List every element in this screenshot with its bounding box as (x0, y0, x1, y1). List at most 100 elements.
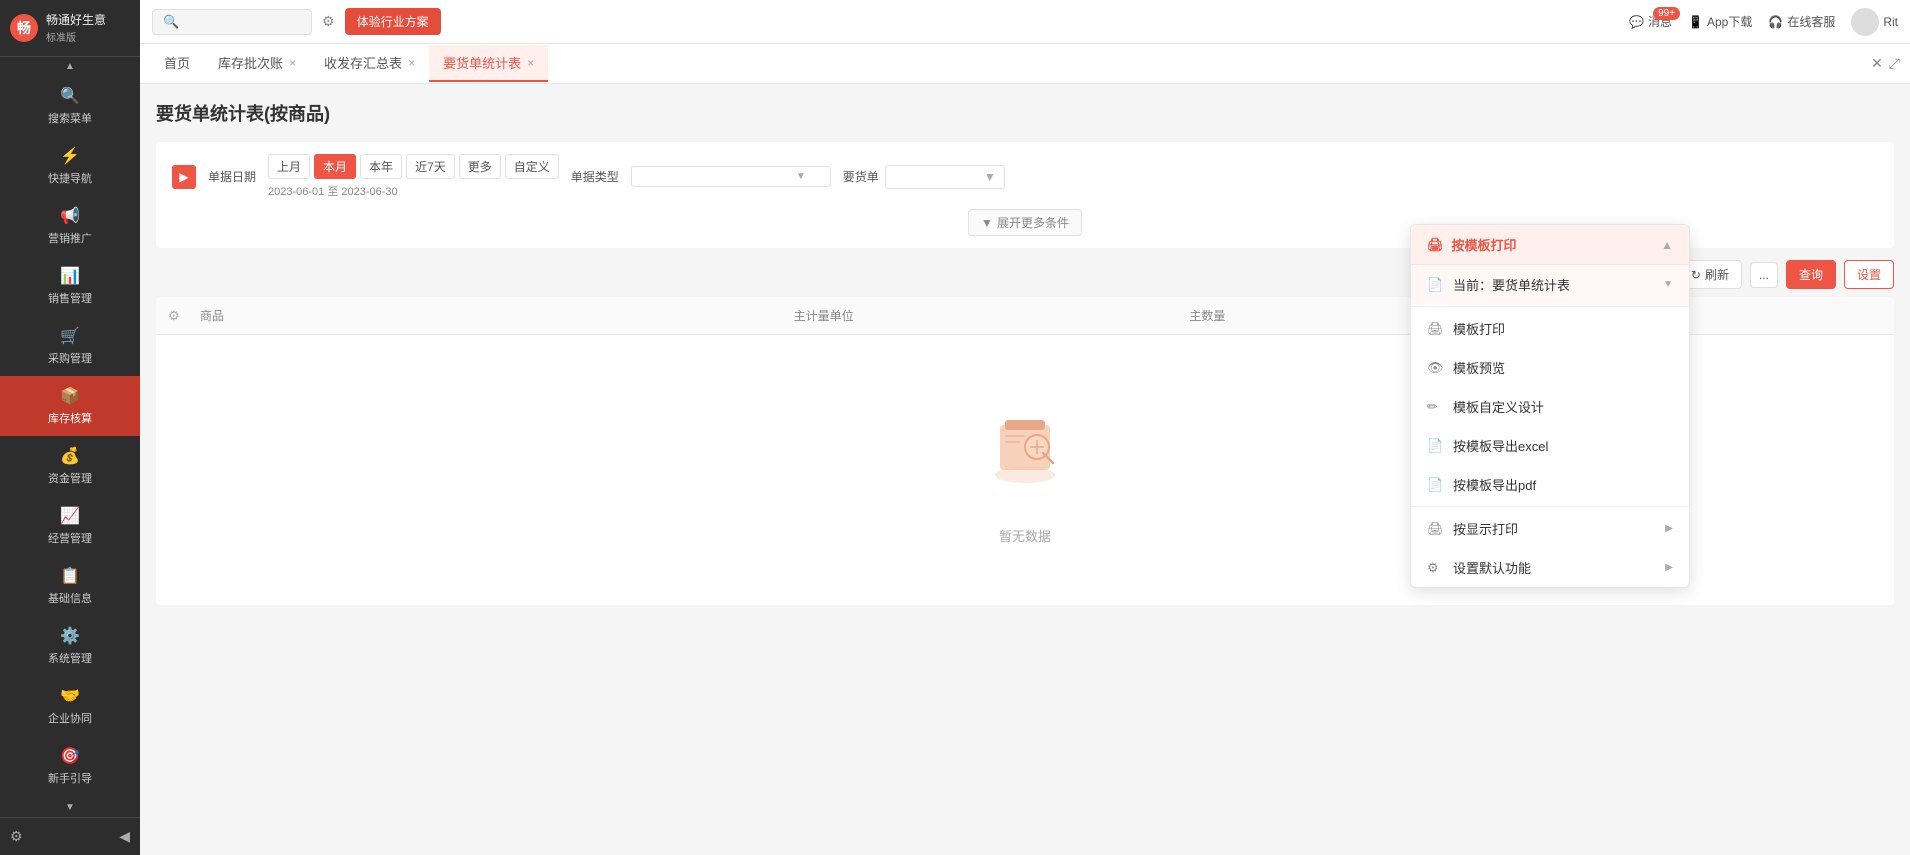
date-label: 单据日期 (208, 168, 256, 185)
sidebar-item-inventory[interactable]: 📦 库存核算 (0, 376, 140, 436)
dropdown-item-template-design[interactable]: ✏ 模板自定义设计 (1411, 387, 1689, 426)
collapse-icon[interactable]: ◀ (119, 828, 130, 845)
logo-text-wrap: 畅通好生意 标准版 (46, 12, 106, 44)
sidebar-item-quick[interactable]: ⚡ 快捷导航 (0, 136, 140, 196)
online-service-button[interactable]: 🎧 在线客服 (1768, 13, 1835, 30)
col-unit: 主计量单位 (794, 307, 1190, 324)
sidebar-nav: 🔍 搜索菜单 ⚡ 快捷导航 📢 营销推广 📊 销售管理 🛒 采购管理 📦 库存核… (0, 76, 140, 798)
sales-icon: 📊 (60, 266, 80, 286)
date-btn-last-month[interactable]: 上月 (268, 154, 310, 179)
topbar-gear-icon[interactable]: ⚙ (322, 13, 335, 30)
sidebar-item-guide[interactable]: 🎯 新手引导 (0, 736, 140, 796)
trial-button[interactable]: 体验行业方案 (345, 8, 441, 35)
sidebar-item-marketing[interactable]: 📢 营销推广 (0, 196, 140, 256)
message-button[interactable]: 💬 消息 99+ (1629, 13, 1672, 30)
sidebar-logo: 畅 畅通好生意 标准版 (0, 0, 140, 57)
refresh-icon: ↻ (1691, 268, 1701, 282)
search-input[interactable] (185, 15, 285, 29)
printer-header-icon: 🖨 (1427, 237, 1444, 253)
dropdown-item-template-pdf[interactable]: 📄 按模板导出pdf (1411, 465, 1689, 504)
topbar: 🔍 ⚙ 体验行业方案 💬 消息 99+ 📱 App下载 🎧 在线客服 Rit (140, 0, 1910, 44)
sidebar-item-label: 营销推广 (48, 230, 92, 246)
window-close-button[interactable]: ✕ (1871, 55, 1883, 72)
chevron-down-icon2: ▼ (984, 170, 996, 184)
settings-label: 设置 (1857, 266, 1881, 283)
template-design-label: 模板自定义设计 (1453, 397, 1544, 416)
sidebar-item-label: 系统管理 (48, 650, 92, 666)
dropdown-collapse-icon[interactable]: ▲ (1661, 238, 1673, 252)
page-title: 要货单统计表(按商品) (156, 100, 1894, 126)
date-btn-this-month[interactable]: 本月 (314, 154, 356, 179)
date-btn-7days[interactable]: 近7天 (406, 154, 455, 179)
sidebar-item-finance[interactable]: 💰 资金管理 (0, 436, 140, 496)
tab-inventory-batch[interactable]: 库存批次账 × (204, 45, 310, 82)
filter-expand-icon[interactable]: ▶ (172, 165, 196, 189)
date-buttons: 上月 本月 本年 近7天 更多 自定义 (268, 154, 559, 179)
dropdown-item-display-print[interactable]: 🖨 按显示打印 ▶ (1411, 509, 1689, 548)
tab-order-stats-label: 要货单统计表 (443, 53, 521, 72)
set-default-label: 设置默认功能 (1453, 558, 1655, 577)
collab-icon: 🤝 (60, 686, 80, 706)
sidebar-item-basic[interactable]: 📋 基础信息 (0, 556, 140, 616)
logo-icon: 畅 (10, 14, 38, 42)
sidebar-scroll-down[interactable]: ▼ (0, 798, 140, 817)
quick-nav-icon: ⚡ (60, 146, 80, 166)
chevron-right-icon2: ▼ (1663, 279, 1673, 290)
sidebar-item-system[interactable]: ⚙️ 系统管理 (0, 616, 140, 676)
tab-home-label: 首页 (164, 53, 190, 72)
yao-huo-select[interactable]: ▼ (885, 165, 1005, 189)
dropdown-item-template-print[interactable]: 🖨 模板打印 (1411, 309, 1689, 348)
tab-home[interactable]: 首页 (150, 45, 204, 82)
expand-label: 展开更多条件 (997, 214, 1069, 231)
sidebar-item-label: 企业协同 (48, 710, 92, 726)
dropdown-item-template-excel[interactable]: 📄 按模板导出excel (1411, 426, 1689, 465)
main-area: 🔍 ⚙ 体验行业方案 💬 消息 99+ 📱 App下载 🎧 在线客服 Rit (140, 0, 1910, 855)
dropdown-header-left: 🖨 按模板打印 (1427, 235, 1517, 254)
sidebar-scroll-up[interactable]: ▲ (0, 57, 140, 76)
print-dropdown-menu: 🖨 按模板打印 ▲ 📄 当前：要货单统计表 ▼ 🖨 模板打印 👁 模板预览 (1410, 224, 1690, 588)
sidebar-item-sales[interactable]: 📊 销售管理 (0, 256, 140, 316)
chevron-right-icon4: ▶ (1665, 562, 1673, 573)
logo-badge: 标准版 (46, 29, 106, 44)
tab-close-inventory-batch[interactable]: × (289, 56, 296, 70)
tab-close-order-stats[interactable]: × (527, 56, 534, 70)
current-template-item[interactable]: 📄 当前：要货单统计表 ▼ (1411, 265, 1689, 304)
app-download-button[interactable]: 📱 App下载 (1688, 13, 1752, 30)
inventory-icon: 📦 (60, 386, 80, 406)
sidebar-item-operation[interactable]: 📈 经营管理 (0, 496, 140, 556)
operation-icon: 📈 (60, 506, 80, 526)
search-icon: 🔍 (163, 14, 179, 30)
more-button[interactable]: ... (1750, 262, 1778, 288)
date-btn-custom[interactable]: 自定义 (505, 154, 559, 179)
date-btn-more[interactable]: 更多 (459, 154, 501, 179)
tab-order-stats[interactable]: 要货单统计表 × (429, 45, 548, 82)
search-box[interactable]: 🔍 (152, 9, 312, 35)
dropdown-item-template-preview[interactable]: 👁 模板预览 (1411, 348, 1689, 387)
sidebar-item-search[interactable]: 🔍 搜索菜单 (0, 76, 140, 136)
tab-collect-summary[interactable]: 收发存汇总表 × (310, 45, 429, 82)
sidebar-item-purchase[interactable]: 🛒 采购管理 (0, 316, 140, 376)
sidebar-item-collab[interactable]: 🤝 企业协同 (0, 676, 140, 736)
empty-illustration (975, 395, 1075, 514)
expand-filter-button[interactable]: ▼ 展开更多条件 (968, 209, 1082, 236)
guide-icon: 🎯 (60, 746, 80, 766)
settings-button[interactable]: 设置 (1844, 260, 1894, 289)
logo-app-name: 畅通好生意 (46, 12, 106, 29)
finance-icon: 💰 (60, 446, 80, 466)
table-gear-cell: ⚙ (168, 308, 200, 324)
current-template-label: 当前：要货单统计表 (1453, 275, 1570, 294)
dropdown-item-set-default[interactable]: ⚙ 设置默认功能 ▶ (1411, 548, 1689, 587)
order-type-select-wrap: ▼ (631, 166, 831, 187)
dropdown-header: 🖨 按模板打印 ▲ (1411, 225, 1689, 265)
order-type-select[interactable]: ▼ (631, 166, 831, 187)
window-maximize-button[interactable]: ⤢ (1889, 55, 1900, 72)
topbar-right: 💬 消息 99+ 📱 App下载 🎧 在线客服 Rit (1629, 8, 1898, 36)
table-settings-icon[interactable]: ⚙ (168, 308, 180, 323)
user-avatar (1851, 8, 1879, 36)
query-button[interactable]: 查询 (1786, 260, 1836, 289)
tab-close-collect-summary[interactable]: × (408, 56, 415, 70)
user-avatar-button[interactable]: Rit (1851, 8, 1898, 36)
order-category-filter: 要货单 ▼ (843, 165, 1005, 189)
date-btn-this-year[interactable]: 本年 (360, 154, 402, 179)
settings-icon[interactable]: ⚙ (10, 828, 23, 845)
